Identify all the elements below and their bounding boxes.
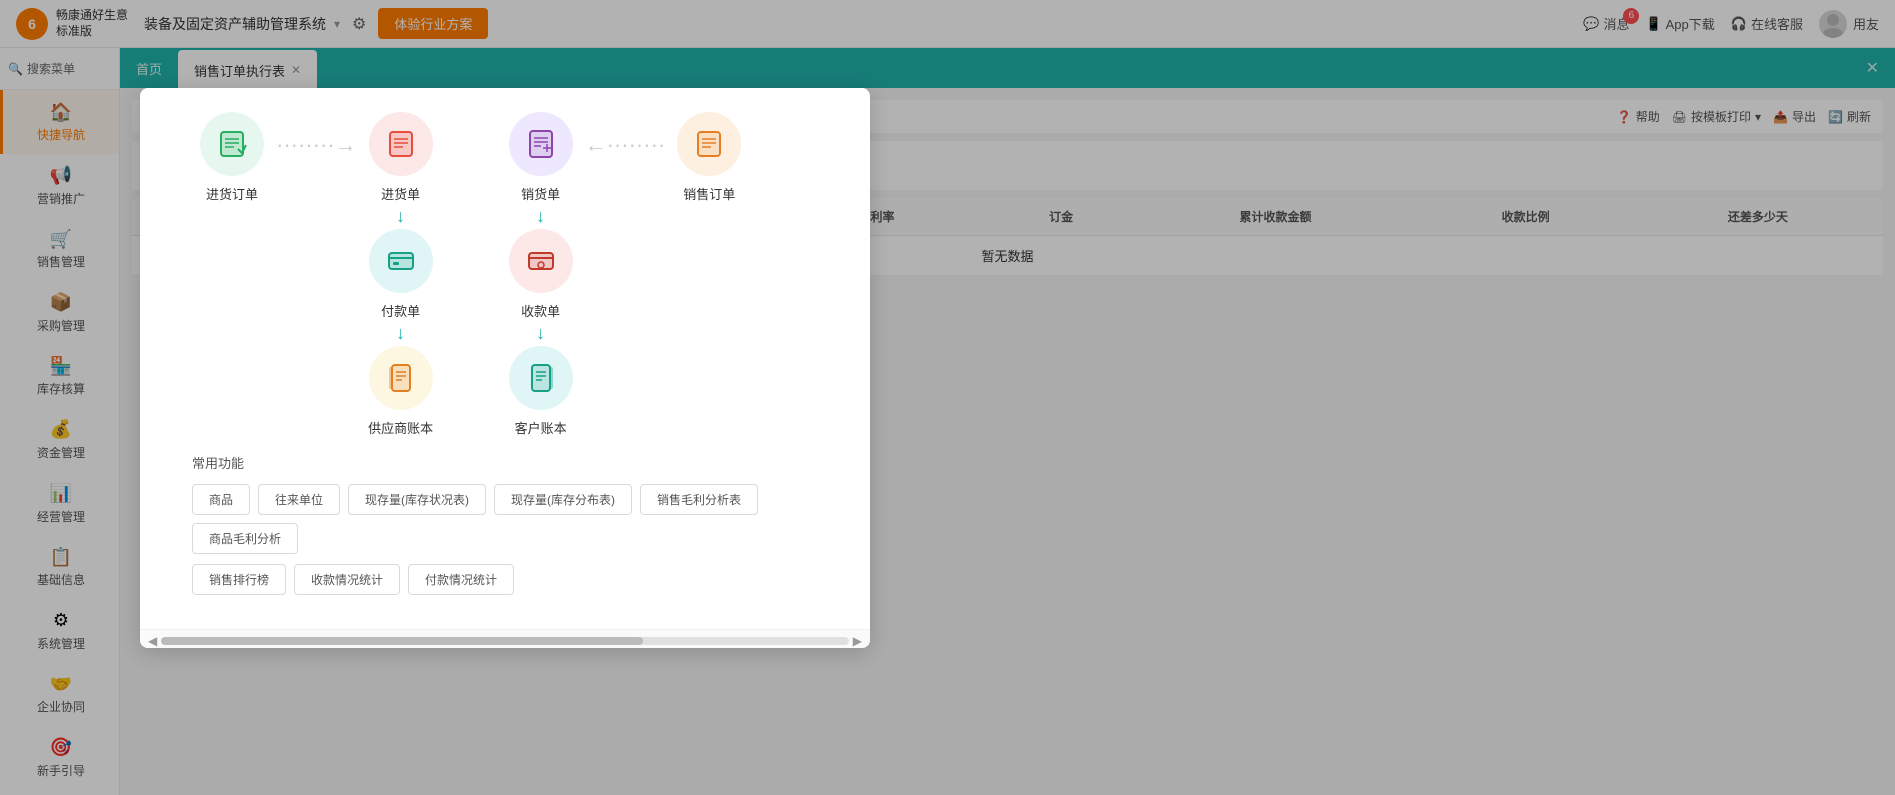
func-btn-stock-dist[interactable]: 现存量(库存分布表) (494, 484, 632, 515)
supplier-ledger-node[interactable]: 供应商账本 (368, 346, 433, 437)
payment-bill-label: 付款单 (381, 301, 420, 320)
scrollbar-track[interactable] (161, 637, 849, 645)
receipt-bill-node[interactable]: 收款单 (509, 229, 573, 320)
receipt-bill-circle (509, 229, 573, 293)
scroll-left-icon[interactable]: ◀ (148, 634, 157, 648)
customer-ledger-node[interactable]: 客户账本 (509, 346, 573, 437)
func-btn-counterpart[interactable]: 往来单位 (258, 484, 340, 515)
func-btn-stock-status[interactable]: 现存量(库存状况表) (348, 484, 486, 515)
payment-bill-node[interactable]: 付款单 (369, 229, 433, 320)
sales-order-node[interactable]: 销售订单 (677, 112, 741, 203)
supplier-ledger-circle (369, 346, 433, 410)
func-buttons-row2: 销售排行榜 收款情况统计 付款情况统计 (192, 564, 818, 595)
popup-overlay: 进货订单 ········→ 进货单 ↓ (0, 0, 1895, 795)
arrow-down-3: ↓ (396, 324, 405, 342)
purchase-order-circle (200, 112, 264, 176)
purchase-bill-label: 进货单 (381, 184, 420, 203)
func-btn-goods-profit[interactable]: 商品毛利分析 (192, 523, 298, 554)
func-btn-goods[interactable]: 商品 (192, 484, 250, 515)
sales-bill-label: 销货单 (521, 184, 560, 203)
supplier-ledger-label: 供应商账本 (368, 418, 433, 437)
sales-bill-circle (509, 112, 573, 176)
payment-bill-circle (369, 229, 433, 293)
func-btn-receipt-stat[interactable]: 收款情况统计 (294, 564, 400, 595)
receipt-bill-label: 收款单 (521, 301, 560, 320)
sales-bill-node[interactable]: 销货单 (509, 112, 573, 203)
sales-order-label: 销售订单 (683, 184, 735, 203)
func-btn-sales-profit[interactable]: 销售毛利分析表 (640, 484, 758, 515)
popup-box: 进货订单 ········→ 进货单 ↓ (140, 88, 870, 648)
purchase-bill-node[interactable]: 进货单 (369, 112, 433, 203)
func-btn-sales-rank[interactable]: 销售排行榜 (192, 564, 286, 595)
arrow-down-4: ↓ (536, 324, 545, 342)
sales-order-circle (677, 112, 741, 176)
customer-ledger-label: 客户账本 (515, 418, 567, 437)
arrow-down-2: ↓ (536, 207, 545, 225)
arrow-down-1: ↓ (396, 207, 405, 225)
popup-scrollbar-area: ◀ ▶ (140, 629, 870, 648)
purchase-bill-circle (369, 112, 433, 176)
scroll-right-icon[interactable]: ▶ (853, 634, 862, 648)
func-buttons-row1: 商品 往来单位 现存量(库存状况表) 现存量(库存分布表) 销售毛利分析表 商品… (192, 484, 818, 554)
func-btn-payment-stat[interactable]: 付款情况统计 (408, 564, 514, 595)
func-title: 常用功能 (192, 453, 818, 472)
scrollbar-thumb (161, 637, 642, 645)
popup-scroll: 进货订单 ········→ 进货单 ↓ (140, 88, 870, 629)
common-functions: 常用功能 商品 往来单位 现存量(库存状况表) 现存量(库存分布表) 销售毛利分… (172, 453, 838, 595)
purchase-order-label: 进货订单 (206, 184, 258, 203)
purchase-order-node[interactable]: 进货订单 (200, 112, 264, 203)
customer-ledger-circle (509, 346, 573, 410)
